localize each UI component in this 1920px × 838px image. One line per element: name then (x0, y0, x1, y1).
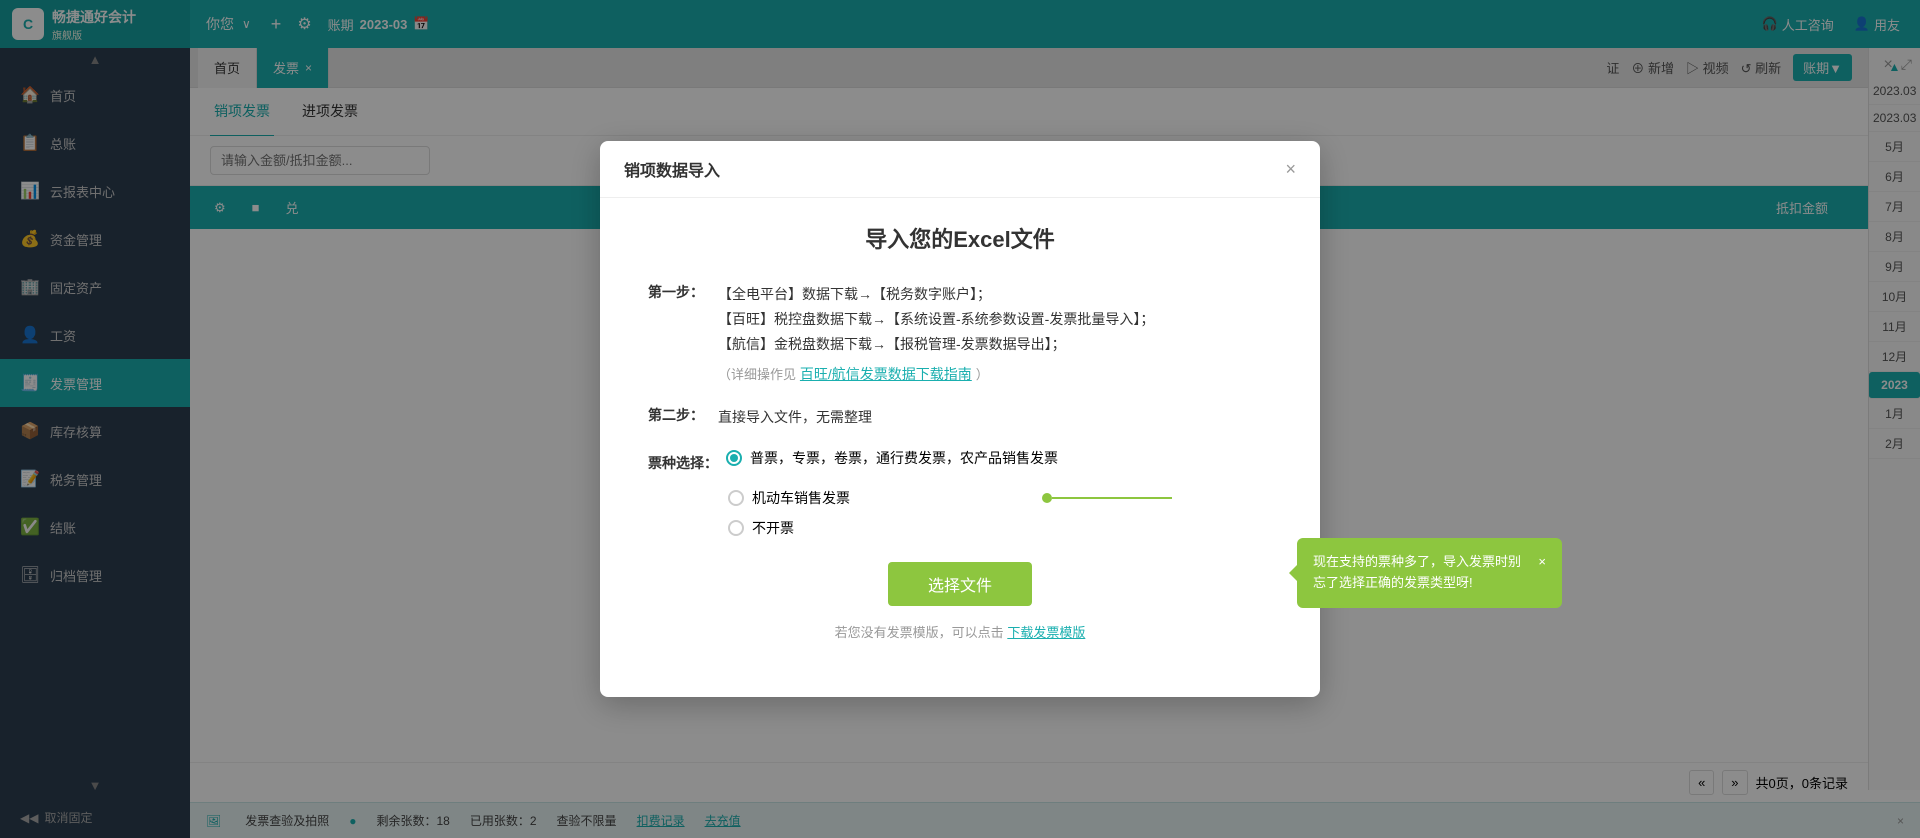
step-1-content: 【全电平台】数据下载→【税务数字账户】； 【百旺】税控盘数据下载→【系统设置-系… (718, 282, 1272, 387)
modal-header: 销项数据导入 × (600, 141, 1320, 198)
step-1-row: 第一步： 【全电平台】数据下载→【税务数字账户】； 【百旺】税控盘数据下载→【系… (648, 282, 1272, 387)
tooltip-bubble: × 现在支持的票种多了，导入发票时别忘了选择正确的发票类型呀! (1297, 538, 1562, 608)
radio-none-circle (728, 520, 744, 536)
radio-normal-dot (730, 454, 738, 462)
modal-body: 导入您的Excel文件 第一步： 【全电平台】数据下载→【税务数字账户】； 【百… (600, 198, 1320, 697)
ticket-section: 票种选择： 普票，专票，卷票，通行费发票，农产品销售发票 机动车销售发票 (648, 448, 1272, 538)
tooltip-connector-dot (1042, 493, 1052, 503)
ticket-label: 票种选择： (648, 453, 718, 473)
radio-none[interactable]: 不开票 (728, 518, 1272, 538)
download-template-link[interactable]: 下载发票模版 (1007, 625, 1085, 640)
step-1-line-2: 【百旺】税控盘数据下载→【系统设置-系统参数设置-发票批量导入】； (718, 307, 1272, 332)
step-1-note: （详细操作见 (718, 367, 796, 382)
footer-text: 若您没有发票模版，可以点击 (835, 625, 1004, 640)
tooltip-close-btn[interactable]: × (1538, 552, 1546, 573)
radio-none-label: 不开票 (752, 518, 794, 538)
step-1-line-3: 【航信】金税盘数据下载→【报税管理-发票数据导出】； (718, 332, 1272, 357)
modal-overlay: 销项数据导入 × 导入您的Excel文件 第一步： 【全电平台】数据下载→【税务… (0, 0, 1920, 838)
radio-normal-circle (726, 450, 742, 466)
modal-footer: 若您没有发票模版，可以点击 下载发票模版 (648, 622, 1272, 665)
tooltip-text: 现在支持的票种多了，导入发票时别忘了选择正确的发票类型呀! (1313, 554, 1521, 590)
ticket-label-row: 票种选择： 普票，专票，卷票，通行费发票，农产品销售发票 (648, 448, 1272, 478)
radio-motor-label: 机动车销售发票 (752, 488, 850, 508)
step-1-label: 第一步： (648, 282, 718, 387)
radio-normal[interactable]: 普票，专票，卷票，通行费发票，农产品销售发票 (726, 448, 1058, 468)
radio-motor-circle (728, 490, 744, 506)
modal-main-title: 导入您的Excel文件 (648, 222, 1272, 254)
radio-normal-label: 普票，专票，卷票，通行费发票，农产品销售发票 (750, 448, 1058, 468)
step-2-row: 第二步： 直接导入文件，无需整理 (648, 405, 1272, 430)
import-modal: 销项数据导入 × 导入您的Excel文件 第一步： 【全电平台】数据下载→【税务… (600, 141, 1320, 697)
step-1-link[interactable]: 百旺/航信发票数据下载指南 (800, 366, 972, 382)
select-file-btn[interactable]: 选择文件 (888, 562, 1032, 606)
modal-title: 销项数据导入 (624, 157, 720, 181)
radio-motor[interactable]: 机动车销售发票 (728, 488, 1272, 508)
step-2-content: 直接导入文件，无需整理 (718, 405, 1272, 430)
step-2-label: 第二步： (648, 405, 718, 430)
modal-close-btn[interactable]: × (1285, 159, 1296, 180)
step-1-line-1: 【全电平台】数据下载→【税务数字账户】； (718, 282, 1272, 307)
tooltip-connector-line (1052, 497, 1172, 499)
